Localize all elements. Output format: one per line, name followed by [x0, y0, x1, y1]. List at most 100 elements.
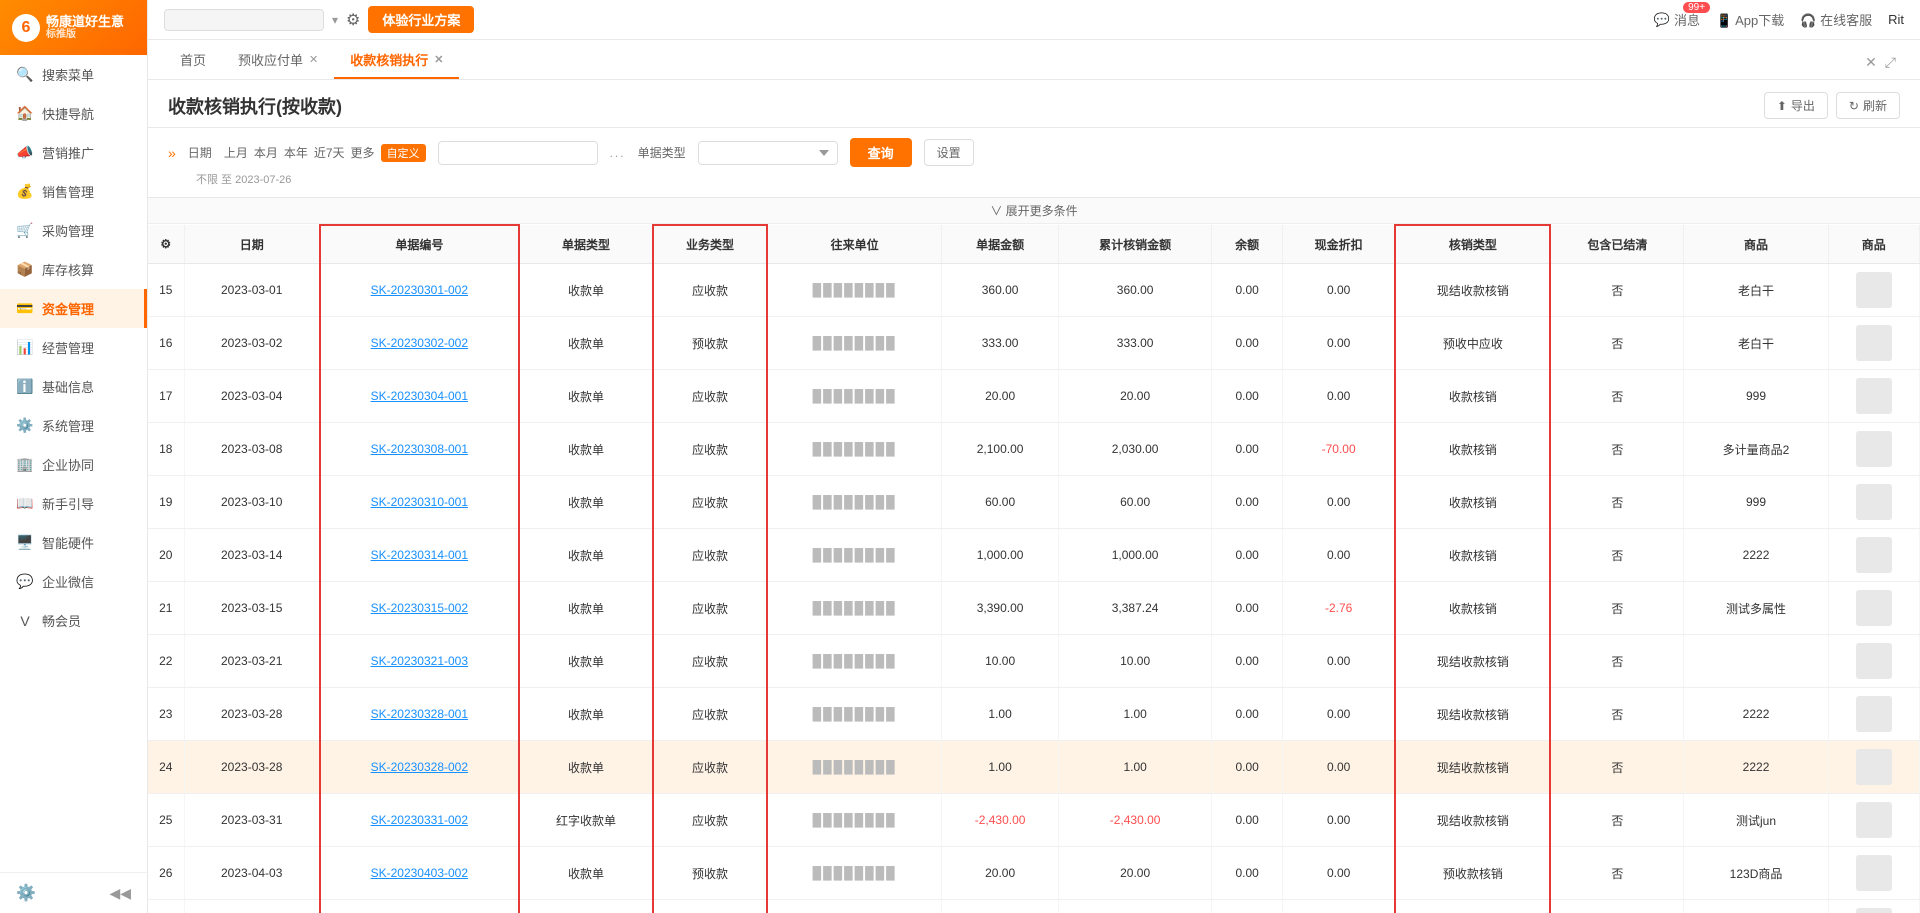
- col-date[interactable]: 日期: [184, 225, 320, 264]
- collapse-icon[interactable]: ◀◀: [109, 885, 131, 902]
- col-counterpart[interactable]: 往来单位: [767, 225, 942, 264]
- date-link-this-month[interactable]: 本月: [254, 144, 278, 161]
- settings-button[interactable]: 设置: [924, 139, 974, 166]
- sidebar-item-enterprise[interactable]: 🏢企业协同: [0, 445, 147, 484]
- user-name[interactable]: Rit: [1888, 12, 1904, 27]
- row-voucher-no[interactable]: SK-20230314-001: [320, 529, 519, 582]
- sidebar-item-guide[interactable]: 📖新手引导: [0, 484, 147, 523]
- row-voucher-no[interactable]: SK-20230308-001: [320, 423, 519, 476]
- row-include-settled: 否: [1550, 582, 1684, 635]
- tab-close-pre-receive[interactable]: ✕: [309, 53, 318, 66]
- col-cash-discount[interactable]: 现金折扣: [1282, 225, 1395, 264]
- table-row[interactable]: 20 2023-03-14 SK-20230314-001 收款单 应收款 ██…: [148, 529, 1920, 582]
- row-goods: 123D商品: [1684, 847, 1828, 900]
- sidebar-item-search[interactable]: 🔍搜索菜单: [0, 55, 147, 94]
- row-voucher-no[interactable]: SK-20230408-001: [320, 900, 519, 913]
- expand-more-bar[interactable]: ∨ 展开更多条件: [148, 198, 1920, 224]
- row-cancel-amount: 20.00: [1058, 370, 1211, 423]
- date-link-this-year[interactable]: 本年: [284, 144, 308, 161]
- sidebar-item-system[interactable]: ⚙️系统管理: [0, 406, 147, 445]
- voucher-type-select[interactable]: [698, 141, 838, 165]
- row-voucher-no[interactable]: SK-20230328-002: [320, 741, 519, 794]
- row-voucher-no[interactable]: SK-20230310-001: [320, 476, 519, 529]
- top-header-icons: 💬 消息 99+ 📱 App下载 🎧 在线客服 Rit: [1654, 10, 1904, 29]
- table-row[interactable]: 27 2023-04-08 SK-20230408-001 收款单 应收款 ██…: [148, 900, 1920, 913]
- refresh-button[interactable]: ↻ 刷新: [1836, 92, 1900, 119]
- col-amount[interactable]: 单据金额: [942, 225, 1059, 264]
- table-row[interactable]: 18 2023-03-08 SK-20230308-001 收款单 应收款 ██…: [148, 423, 1920, 476]
- expand-icon[interactable]: ⤢: [1885, 54, 1896, 71]
- table-row[interactable]: 25 2023-03-31 SK-20230331-002 红字收款单 应收款 …: [148, 794, 1920, 847]
- breadcrumb-input[interactable]: [164, 9, 324, 31]
- row-voucher-no[interactable]: SK-20230304-001: [320, 370, 519, 423]
- sidebar-item-wechat[interactable]: 💬企业微信: [0, 562, 147, 601]
- table-row[interactable]: 21 2023-03-15 SK-20230315-002 收款单 应收款 ██…: [148, 582, 1920, 635]
- sidebar-item-marketing[interactable]: 📣营销推广: [0, 133, 147, 172]
- col-balance[interactable]: 余额: [1212, 225, 1283, 264]
- sidebar-item-operation[interactable]: 📊经营管理: [0, 328, 147, 367]
- col-cancel-type[interactable]: 核销类型: [1395, 225, 1550, 264]
- col-biz-type[interactable]: 业务类型: [653, 225, 767, 264]
- row-balance: 0.00: [1212, 582, 1283, 635]
- row-voucher-no[interactable]: SK-20230301-002: [320, 264, 519, 317]
- filter-expand-arrow[interactable]: »: [168, 145, 176, 161]
- col-voucher-no[interactable]: 单据编号: [320, 225, 519, 264]
- counterpart-filter-input[interactable]: [438, 141, 598, 165]
- sidebar-item-capital[interactable]: 💳资金管理: [0, 289, 147, 328]
- close-tab-icon[interactable]: ✕: [1865, 54, 1877, 71]
- table-row[interactable]: 22 2023-03-21 SK-20230321-003 收款单 应收款 ██…: [148, 635, 1920, 688]
- row-voucher-no[interactable]: SK-20230403-002: [320, 847, 519, 900]
- sidebar-item-label-guide: 新手引导: [42, 494, 94, 513]
- tab-maximize-icon[interactable]: ✕ ⤢: [1857, 46, 1904, 79]
- sidebar-item-basic[interactable]: ℹ️基础信息: [0, 367, 147, 406]
- export-button[interactable]: ⬆ 导出: [1764, 92, 1828, 119]
- sidebar-item-sales[interactable]: 💰销售管理: [0, 172, 147, 211]
- row-date: 2023-04-03: [184, 847, 320, 900]
- table-row[interactable]: 24 2023-03-28 SK-20230328-002 收款单 应收款 ██…: [148, 741, 1920, 794]
- customer-service-link[interactable]: 🎧 在线客服: [1800, 10, 1872, 29]
- shortcut-icon: 🏠: [16, 105, 34, 122]
- date-link-7days[interactable]: 近7天: [314, 144, 345, 161]
- table-row[interactable]: 23 2023-03-28 SK-20230328-001 收款单 应收款 ██…: [148, 688, 1920, 741]
- col-goods[interactable]: 商品: [1684, 225, 1828, 264]
- settings-icon[interactable]: ⚙️: [16, 883, 36, 903]
- table-row[interactable]: 15 2023-03-01 SK-20230301-002 收款单 应收款 ██…: [148, 264, 1920, 317]
- sidebar-item-inventory[interactable]: 📦库存核算: [0, 250, 147, 289]
- row-voucher-no[interactable]: SK-20230315-002: [320, 582, 519, 635]
- row-cash-discount: 0.00: [1282, 529, 1395, 582]
- table-row[interactable]: 17 2023-03-04 SK-20230304-001 收款单 应收款 ██…: [148, 370, 1920, 423]
- message-icon[interactable]: 💬 消息 99+: [1654, 10, 1700, 29]
- app-download-link[interactable]: 📱 App下载: [1716, 10, 1784, 29]
- sidebar-item-member[interactable]: V畅会员: [0, 601, 147, 640]
- tab-pre-receive[interactable]: 预收应付单 ✕: [222, 42, 334, 79]
- date-link-last-month[interactable]: 上月: [224, 144, 248, 161]
- row-goods-img: [1828, 900, 1919, 913]
- row-voucher-no[interactable]: SK-20230321-003: [320, 635, 519, 688]
- query-button[interactable]: 查询: [850, 138, 912, 167]
- sidebar-item-purchase[interactable]: 🛒采购管理: [0, 211, 147, 250]
- col-cancel-amount[interactable]: 累计核销金额: [1058, 225, 1211, 264]
- row-voucher-no[interactable]: SK-20230328-001: [320, 688, 519, 741]
- row-cancel-amount: 360.00: [1058, 264, 1211, 317]
- table-row[interactable]: 19 2023-03-10 SK-20230310-001 收款单 应收款 ██…: [148, 476, 1920, 529]
- gear-icon[interactable]: ⚙: [346, 10, 360, 30]
- table-row[interactable]: 26 2023-04-03 SK-20230403-002 收款单 预收款 ██…: [148, 847, 1920, 900]
- tab-receipt-cancel[interactable]: 收款核销执行 ✕: [334, 42, 459, 79]
- industry-solution-button[interactable]: 体验行业方案: [368, 6, 474, 33]
- row-voucher-no[interactable]: SK-20230302-002: [320, 317, 519, 370]
- date-custom-btn[interactable]: 自定义: [381, 144, 426, 162]
- tab-home[interactable]: 首页: [164, 42, 222, 79]
- table-row[interactable]: 16 2023-03-02 SK-20230302-002 收款单 预收款 ██…: [148, 317, 1920, 370]
- enterprise-icon: 🏢: [16, 456, 34, 473]
- sidebar-item-hardware[interactable]: 🖥️智能硬件: [0, 523, 147, 562]
- tab-close-receipt-cancel[interactable]: ✕: [434, 53, 443, 66]
- col-gear[interactable]: ⚙: [148, 225, 184, 264]
- col-include-settled[interactable]: 包含已结清: [1550, 225, 1684, 264]
- date-link-more[interactable]: 更多: [351, 144, 375, 161]
- chevron-down-icon: ▾: [332, 13, 338, 27]
- row-voucher-no[interactable]: SK-20230331-002: [320, 794, 519, 847]
- sidebar-item-shortcut[interactable]: 🏠快捷导航: [0, 94, 147, 133]
- col-voucher-type[interactable]: 单据类型: [519, 225, 653, 264]
- row-goods-img: [1828, 317, 1919, 370]
- row-biz-type: 应收款: [653, 529, 767, 582]
